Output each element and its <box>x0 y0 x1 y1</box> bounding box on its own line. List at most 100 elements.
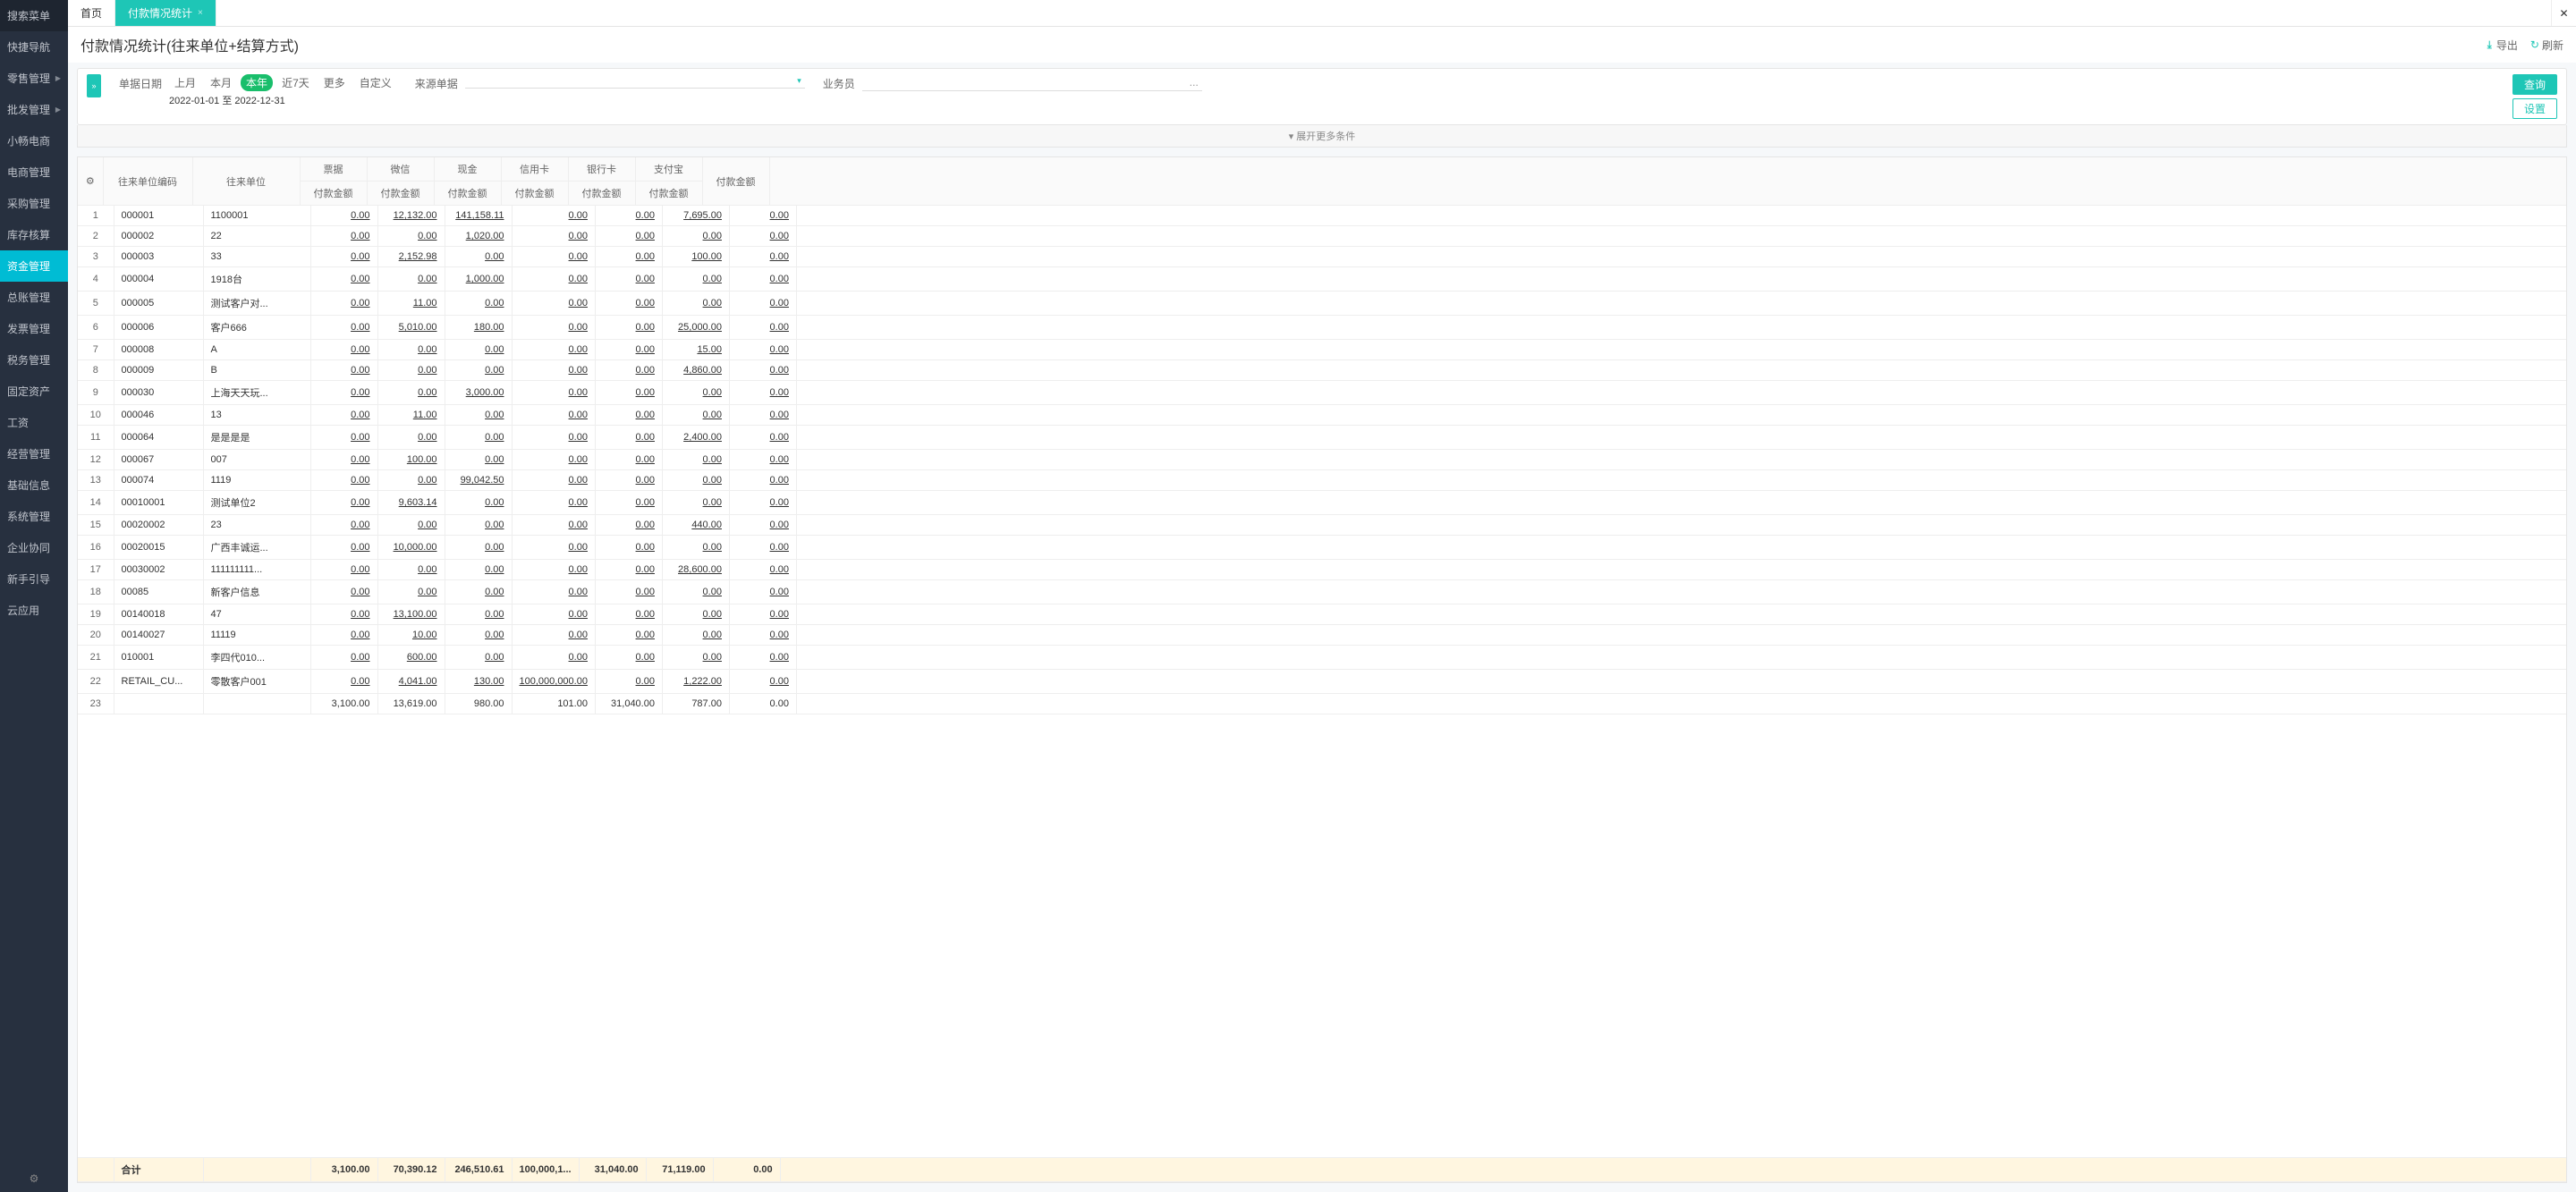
amount-link[interactable]: 0.00 <box>485 344 504 355</box>
sidebar-item-12[interactable]: 固定资产 <box>0 376 68 407</box>
sidebar-item-4[interactable]: 小畅电商 <box>0 125 68 156</box>
amount-link[interactable]: 0.00 <box>485 251 504 262</box>
amount-link[interactable]: 0.00 <box>569 298 588 309</box>
amount-link[interactable]: 0.00 <box>351 497 369 508</box>
amount-link[interactable]: 0.00 <box>703 652 722 663</box>
sidebar-item-11[interactable]: 税务管理 <box>0 344 68 376</box>
amount-link[interactable]: 0.00 <box>351 630 369 640</box>
amount-link[interactable]: 0.00 <box>703 475 722 486</box>
amount-link[interactable]: 0.00 <box>485 587 504 597</box>
amount-link[interactable]: 0.00 <box>770 432 789 443</box>
date-quick-本年[interactable]: 本年 <box>241 74 273 91</box>
amount-link[interactable]: 0.00 <box>351 475 369 486</box>
sidebar-item-13[interactable]: 工资 <box>0 407 68 438</box>
amount-link[interactable]: 0.00 <box>770 454 789 465</box>
amount-link[interactable]: 11.00 <box>413 298 437 309</box>
amount-link[interactable]: 0.00 <box>636 520 655 530</box>
amount-link[interactable]: 0.00 <box>770 475 789 486</box>
amount-link[interactable]: 0.00 <box>636 210 655 221</box>
amount-link[interactable]: 0.00 <box>770 298 789 309</box>
amount-link[interactable]: 0.00 <box>636 630 655 640</box>
sidebar-item-16[interactable]: 系统管理 <box>0 501 68 532</box>
amount-link[interactable]: 0.00 <box>418 520 436 530</box>
amount-link[interactable]: 0.00 <box>770 344 789 355</box>
amount-link[interactable]: 0.00 <box>351 609 369 620</box>
th-amount-0[interactable]: 付款金额 <box>300 182 367 206</box>
th-amount-1[interactable]: 付款金额 <box>367 182 434 206</box>
settings-button[interactable]: 设置 <box>2512 98 2557 119</box>
tab-close-icon[interactable]: × <box>198 8 203 18</box>
amount-link[interactable]: 0.00 <box>770 231 789 241</box>
amount-link[interactable]: 0.00 <box>703 231 722 241</box>
amount-link[interactable]: 0.00 <box>770 676 789 687</box>
amount-link[interactable]: 0.00 <box>703 542 722 553</box>
amount-link[interactable]: 0.00 <box>569 652 588 663</box>
amount-link[interactable]: 0.00 <box>351 274 369 284</box>
amount-link[interactable]: 0.00 <box>636 344 655 355</box>
amount-link[interactable]: 0.00 <box>636 432 655 443</box>
amount-link[interactable]: 15.00 <box>697 344 722 355</box>
amount-link[interactable]: 0.00 <box>569 609 588 620</box>
column-settings-button[interactable] <box>78 157 103 206</box>
amount-link[interactable]: 0.00 <box>636 497 655 508</box>
tab-0[interactable]: 首页 <box>68 0 115 26</box>
amount-link[interactable]: 100.00 <box>407 454 437 465</box>
sidebar-item-8[interactable]: 资金管理 <box>0 250 68 282</box>
close-all-tabs-button[interactable] <box>2551 0 2576 26</box>
amount-link[interactable]: 0.00 <box>418 231 436 241</box>
amount-link[interactable]: 0.00 <box>418 344 436 355</box>
amount-link[interactable]: 0.00 <box>351 251 369 262</box>
th-code[interactable]: 往来单位编码 <box>103 157 192 206</box>
amount-link[interactable]: 440.00 <box>691 520 722 530</box>
amount-link[interactable]: 0.00 <box>636 676 655 687</box>
sidebar-item-18[interactable]: 新手引导 <box>0 563 68 595</box>
expand-more-filters[interactable]: 展开更多条件 <box>77 125 2567 148</box>
amount-link[interactable]: 0.00 <box>485 410 504 420</box>
amount-link[interactable]: 0.00 <box>351 676 369 687</box>
amount-link[interactable]: 0.00 <box>703 587 722 597</box>
date-quick-更多[interactable]: 更多 <box>318 74 351 91</box>
amount-link[interactable]: 0.00 <box>569 587 588 597</box>
amount-link[interactable]: 0.00 <box>770 387 789 398</box>
amount-link[interactable]: 0.00 <box>636 365 655 376</box>
amount-link[interactable]: 0.00 <box>636 454 655 465</box>
th-amount-5[interactable]: 付款金额 <box>635 182 702 206</box>
amount-link[interactable]: 0.00 <box>418 387 436 398</box>
amount-link[interactable]: 130.00 <box>474 676 504 687</box>
amount-link[interactable]: 0.00 <box>351 652 369 663</box>
amount-link[interactable]: 0.00 <box>636 587 655 597</box>
amount-link[interactable]: 0.00 <box>351 298 369 309</box>
amount-link[interactable]: 0.00 <box>703 630 722 640</box>
amount-link[interactable]: 0.00 <box>703 274 722 284</box>
amount-link[interactable]: 0.00 <box>485 609 504 620</box>
th-name[interactable]: 往来单位 <box>192 157 300 206</box>
amount-link[interactable]: 11.00 <box>413 410 437 420</box>
amount-link[interactable]: 100.00 <box>691 251 722 262</box>
amount-link[interactable]: 0.00 <box>770 564 789 575</box>
amount-link[interactable]: 0.00 <box>636 652 655 663</box>
th-amount-4[interactable]: 付款金额 <box>568 182 635 206</box>
amount-link[interactable]: 0.00 <box>569 497 588 508</box>
amount-link[interactable]: 0.00 <box>485 298 504 309</box>
amount-link[interactable]: 9,603.14 <box>399 497 437 508</box>
amount-link[interactable]: 0.00 <box>351 520 369 530</box>
filter-collapse-toggle[interactable] <box>87 74 101 97</box>
query-button[interactable]: 查询 <box>2512 74 2557 95</box>
amount-link[interactable]: 0.00 <box>703 410 722 420</box>
date-quick-上月[interactable]: 上月 <box>169 74 201 91</box>
source-select[interactable] <box>465 74 805 89</box>
amount-link[interactable]: 10,000.00 <box>394 542 437 553</box>
amount-link[interactable]: 0.00 <box>351 410 369 420</box>
amount-link[interactable]: 0.00 <box>636 274 655 284</box>
amount-link[interactable]: 0.00 <box>485 497 504 508</box>
amount-link[interactable]: 0.00 <box>770 365 789 376</box>
amount-link[interactable]: 0.00 <box>636 410 655 420</box>
amount-link[interactable]: 180.00 <box>474 322 504 333</box>
amount-link[interactable]: 0.00 <box>569 322 588 333</box>
amount-link[interactable]: 0.00 <box>636 564 655 575</box>
amount-link[interactable]: 0.00 <box>569 630 588 640</box>
amount-link[interactable]: 0.00 <box>636 298 655 309</box>
amount-link[interactable]: 25,000.00 <box>678 322 722 333</box>
amount-link[interactable]: 0.00 <box>703 298 722 309</box>
amount-link[interactable]: 0.00 <box>703 497 722 508</box>
